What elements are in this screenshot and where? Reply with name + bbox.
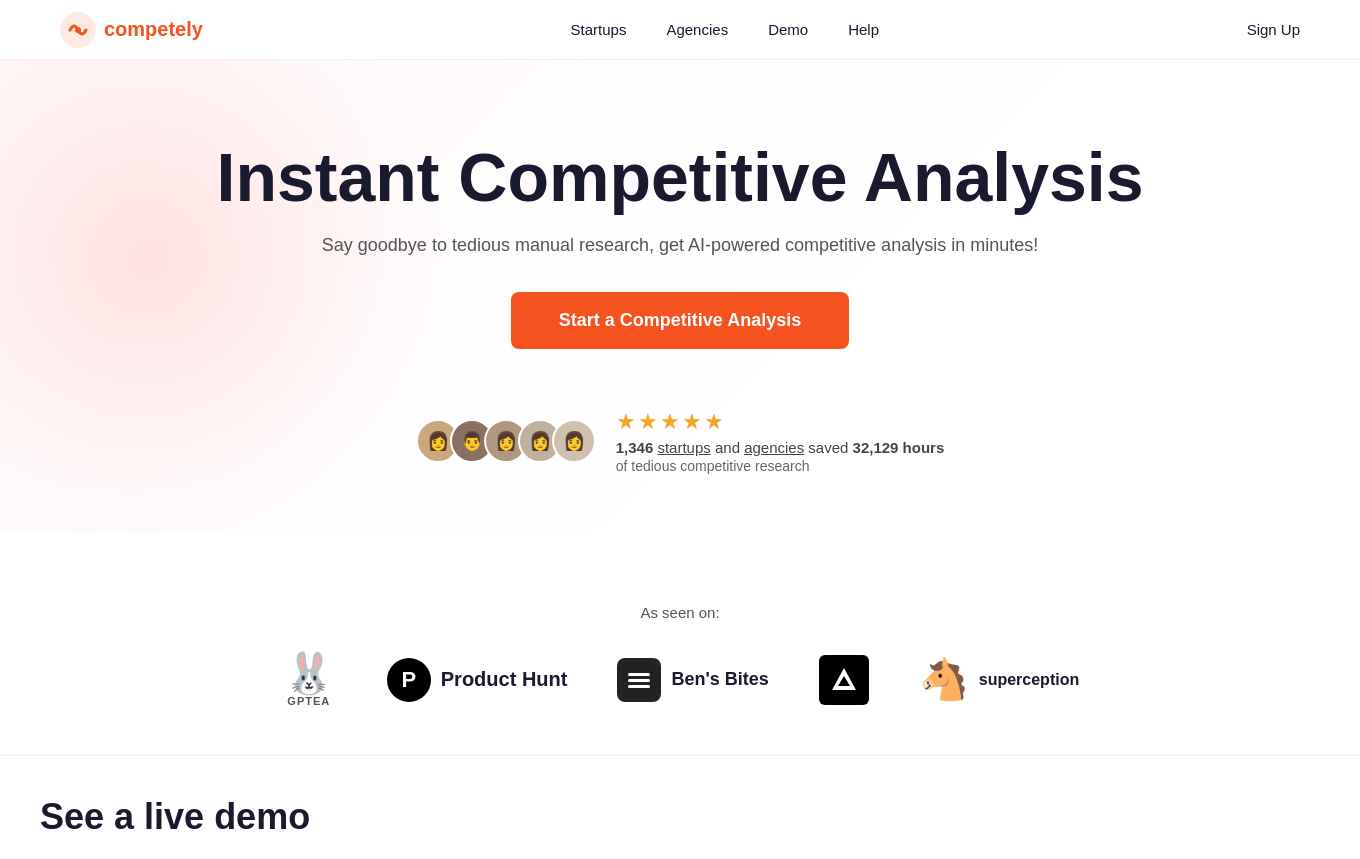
nav-demo[interactable]: Demo [768, 21, 808, 38]
nav-help[interactable]: Help [848, 21, 879, 38]
gptea-icon: 🐰 GPTEA [281, 645, 337, 715]
logo-icon [60, 12, 96, 48]
logos-row: 🐰 GPTEA P Product Hunt Ben's Bites [0, 645, 1360, 715]
bens-label: Ben's Bites [671, 669, 768, 690]
as-seen-section: As seen on: 🐰 GPTEA P Product Hunt [0, 604, 1360, 755]
superception-logo: 🐴 superception [919, 656, 1079, 703]
aivalley-logo [819, 655, 869, 705]
navbar: competely Startups Agencies Demo Help Si… [0, 0, 1360, 60]
hero-subtitle: Say goodbye to tedious manual research, … [40, 235, 1320, 256]
ph-icon: P [387, 658, 431, 702]
demo-title: See a live demo [40, 796, 1320, 838]
startups-link[interactable]: startups [657, 439, 710, 456]
bens-icon [617, 658, 661, 702]
nav-startups[interactable]: Startups [571, 21, 627, 38]
producthunt-logo: P Product Hunt [387, 658, 568, 702]
aiv-icon [819, 655, 869, 705]
svg-point-1 [75, 27, 81, 33]
cta-button[interactable]: Start a Competitive Analysis [511, 292, 849, 349]
svg-rect-4 [628, 685, 650, 688]
proof-line2: of tedious competitive research [616, 458, 945, 474]
nav-links: Startups Agencies Demo Help [571, 21, 879, 39]
stars: ★★★★★ [616, 409, 945, 435]
demo-section: See a live demo Notion vs Asana Figma vs… [0, 755, 1360, 859]
svg-rect-2 [628, 673, 650, 676]
logo-text: competely [104, 18, 203, 41]
social-proof: 👩 👨 👩 👩 👩 ★★★★★ 1,346 startups and agenc… [40, 409, 1320, 474]
hero-section: Instant Competitive Analysis Say goodbye… [0, 60, 1360, 534]
count: 1,346 [616, 439, 658, 456]
superception-label: superception [979, 671, 1079, 689]
avatar: 👩 [552, 419, 596, 463]
signup-link[interactable]: Sign Up [1247, 21, 1300, 38]
ph-label: Product Hunt [441, 668, 568, 691]
as-seen-label: As seen on: [0, 604, 1360, 621]
avatar-group: 👩 👨 👩 👩 👩 [416, 419, 596, 463]
logo[interactable]: competely [60, 12, 203, 48]
gptea-logo: 🐰 GPTEA [281, 645, 337, 715]
agencies-link[interactable]: agencies [744, 439, 804, 456]
nav-agencies[interactable]: Agencies [666, 21, 728, 38]
hero-title: Instant Competitive Analysis [40, 140, 1320, 215]
bensbites-logo: Ben's Bites [617, 658, 768, 702]
proof-text: ★★★★★ 1,346 startups and agencies saved … [616, 409, 945, 474]
proof-line1: 1,346 startups and agencies saved 32,129… [616, 439, 945, 456]
svg-rect-3 [628, 679, 650, 682]
superception-icon: 🐴 [919, 656, 969, 703]
